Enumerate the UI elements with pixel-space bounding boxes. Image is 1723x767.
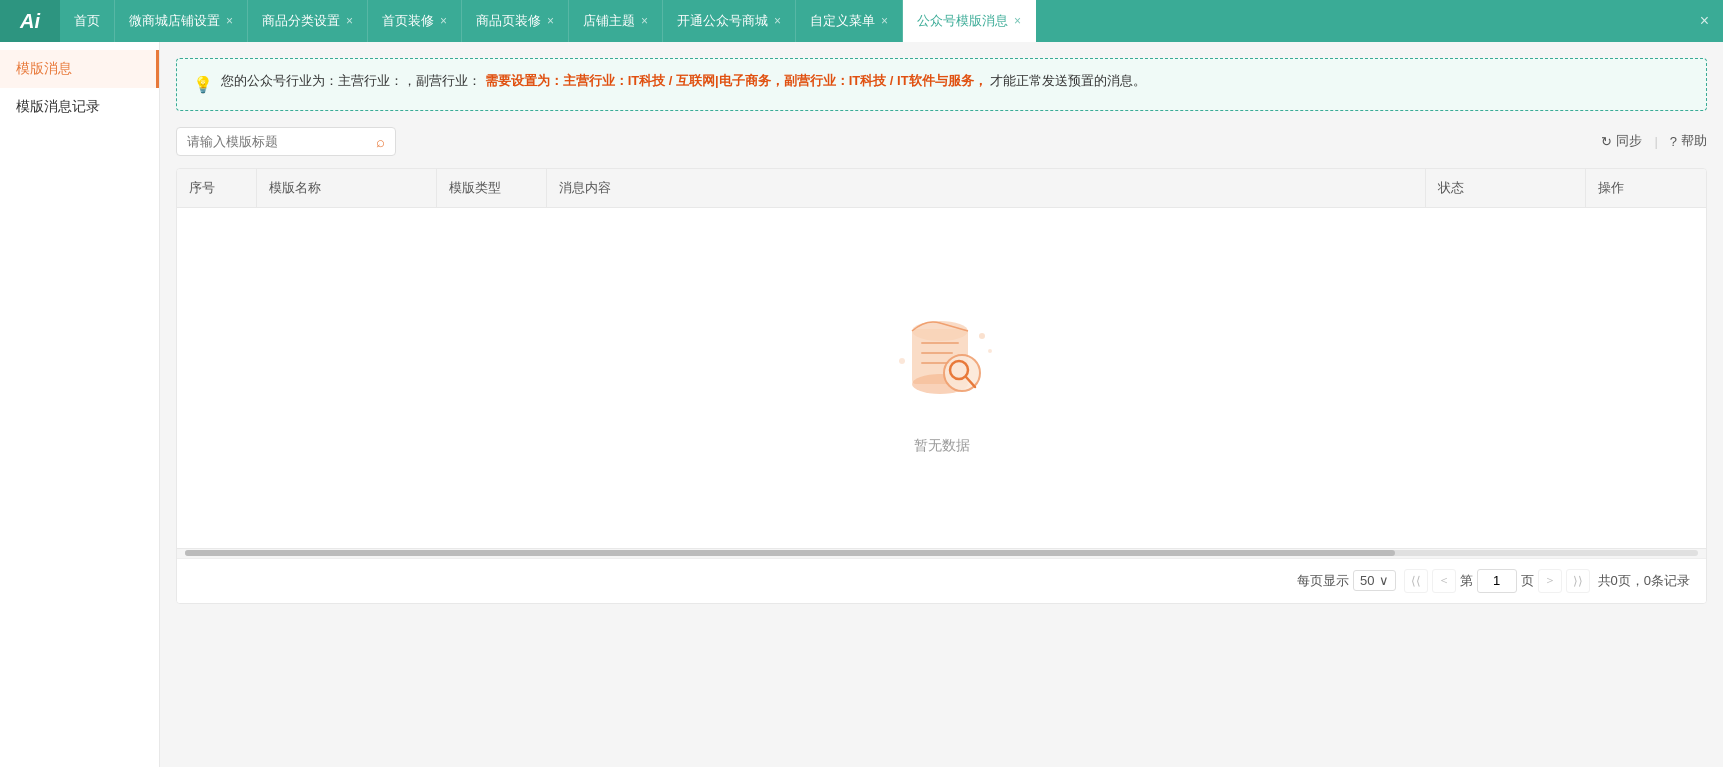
nav-tab-store-settings-label: 微商城店铺设置 [129,12,220,30]
sidebar-item-template-message-record-label: 模版消息记录 [16,98,100,114]
search-input-wrap: ⌕ [176,127,396,156]
help-icon: ? [1670,134,1677,149]
nav-tab-category-settings-close[interactable]: × [346,14,353,28]
scroll-track[interactable] [185,550,1698,556]
dropdown-icon: ∨ [1379,573,1389,588]
col-header-actions: 操作 [1586,169,1706,207]
page-nav: ⟨⟨ ＜ 第 页 ＞ ⟩⟩ [1404,569,1590,593]
scroll-thumb[interactable] [185,550,1395,556]
col-header-name: 模版名称 [257,169,437,207]
nav-tab-home-decoration[interactable]: 首页装修 × [368,0,462,42]
alert-text: 您的公众号行业为：主营行业：，副营行业： 需要设置为：主营行业：IT科技 / 互… [221,71,1146,92]
alert-prefix: 您的公众号行业为：主营行业：，副营行业： [221,73,481,88]
empty-state: 暂无数据 [882,261,1002,495]
nav-tab-template-message-close[interactable]: × [1014,14,1021,28]
search-bar: ⌕ ↻ 同步 | ? 帮助 [176,127,1707,156]
col-header-content: 消息内容 [547,169,1426,207]
nav-tab-store-settings-close[interactable]: × [226,14,233,28]
col-header-type: 模版类型 [437,169,547,207]
nav-tab-category-settings[interactable]: 商品分类设置 × [248,0,368,42]
data-table: 序号 模版名称 模版类型 消息内容 状态 操作 [176,168,1707,604]
page-label: 第 [1460,572,1473,590]
help-button[interactable]: ? 帮助 [1670,132,1707,150]
svg-point-9 [979,333,985,339]
top-nav: Ai 首页 微商城店铺设置 × 商品分类设置 × 首页装修 × 商品页装修 × … [0,0,1723,42]
col-header-index: 序号 [177,169,257,207]
nav-tab-home-label: 首页 [74,12,100,30]
content-area: 💡 您的公众号行业为：主营行业：，副营行业： 需要设置为：主营行业：IT科技 /… [160,42,1723,767]
nav-tab-category-settings-label: 商品分类设置 [262,12,340,30]
nav-tab-custom-menu-close[interactable]: × [881,14,888,28]
sidebar-item-template-message-record[interactable]: 模版消息记录 [0,88,159,126]
nav-tab-custom-menu[interactable]: 自定义菜单 × [796,0,903,42]
next-page-button[interactable]: ＞ [1538,569,1562,593]
help-label: 帮助 [1681,132,1707,150]
nav-tab-store-settings[interactable]: 微商城店铺设置 × [115,0,248,42]
nav-tab-product-decoration-close[interactable]: × [547,14,554,28]
empty-text: 暂无数据 [914,437,970,455]
prev-page-button[interactable]: ＜ [1432,569,1456,593]
nav-tab-custom-menu-label: 自定义菜单 [810,12,875,30]
table-body: 暂无数据 [177,208,1706,548]
nav-tab-store-theme[interactable]: 店铺主题 × [569,0,663,42]
svg-point-10 [988,349,992,353]
nav-tab-template-message[interactable]: 公众号模版消息 × [903,0,1036,42]
app-logo: Ai [0,0,60,42]
page-size-dropdown[interactable]: 50 ∨ [1353,570,1395,591]
sync-label: 同步 [1616,132,1642,150]
alert-icon: 💡 [193,72,213,98]
nav-tab-home-decoration-close[interactable]: × [440,14,447,28]
sync-icon: ↻ [1601,134,1612,149]
nav-tab-product-decoration[interactable]: 商品页装修 × [462,0,569,42]
search-icon[interactable]: ⌕ [376,133,385,150]
nav-tab-open-wechat-mall[interactable]: 开通公众号商城 × [663,0,796,42]
empty-illustration [882,301,1002,421]
pagination: 每页显示 50 ∨ ⟨⟨ ＜ 第 页 ＞ ⟩⟩ 共0页，0条记录 [177,558,1706,603]
sidebar-item-template-message-label: 模版消息 [16,60,72,76]
scrollbar-area[interactable] [177,548,1706,558]
nav-tab-open-wechat-mall-close[interactable]: × [774,14,781,28]
alert-box: 💡 您的公众号行业为：主营行业：，副营行业： 需要设置为：主营行业：IT科技 /… [176,58,1707,111]
svg-point-11 [899,358,905,364]
nav-tab-store-theme-label: 店铺主题 [583,12,635,30]
alert-suffix: 才能正常发送预置的消息。 [990,73,1146,88]
alert-highlight: 需要设置为：主营行业：IT科技 / 互联网|电子商务，副营行业：IT科技 / I… [485,73,987,88]
toolbar-right: ↻ 同步 | ? 帮助 [1601,132,1707,150]
divider: | [1654,134,1657,149]
first-page-button[interactable]: ⟨⟨ [1404,569,1428,593]
sidebar-item-template-message[interactable]: 模版消息 [0,50,159,88]
nav-tab-home-decoration-label: 首页装修 [382,12,434,30]
page-size-value: 50 [1360,573,1374,588]
page-input[interactable] [1477,569,1517,593]
last-page-button[interactable]: ⟩⟩ [1566,569,1590,593]
main-layout: 模版消息 模版消息记录 💡 您的公众号行业为：主营行业：，副营行业： 需要设置为… [0,42,1723,767]
nav-tab-store-theme-close[interactable]: × [641,14,648,28]
col-header-status: 状态 [1426,169,1586,207]
table-header: 序号 模版名称 模版类型 消息内容 状态 操作 [177,169,1706,208]
search-input[interactable] [187,134,376,149]
close-all-button[interactable]: × [1686,12,1723,30]
nav-tab-template-message-label: 公众号模版消息 [917,12,1008,30]
sync-button[interactable]: ↻ 同步 [1601,132,1642,150]
nav-tab-product-decoration-label: 商品页装修 [476,12,541,30]
nav-tab-home[interactable]: 首页 [60,0,115,42]
page-total: 共0页，0条记录 [1598,572,1690,590]
nav-tab-open-wechat-mall-label: 开通公众号商城 [677,12,768,30]
page-suffix: 页 [1521,572,1534,590]
page-size-select: 每页显示 50 ∨ [1297,570,1395,591]
page-size-label: 每页显示 [1297,572,1349,590]
sidebar: 模版消息 模版消息记录 [0,42,160,767]
